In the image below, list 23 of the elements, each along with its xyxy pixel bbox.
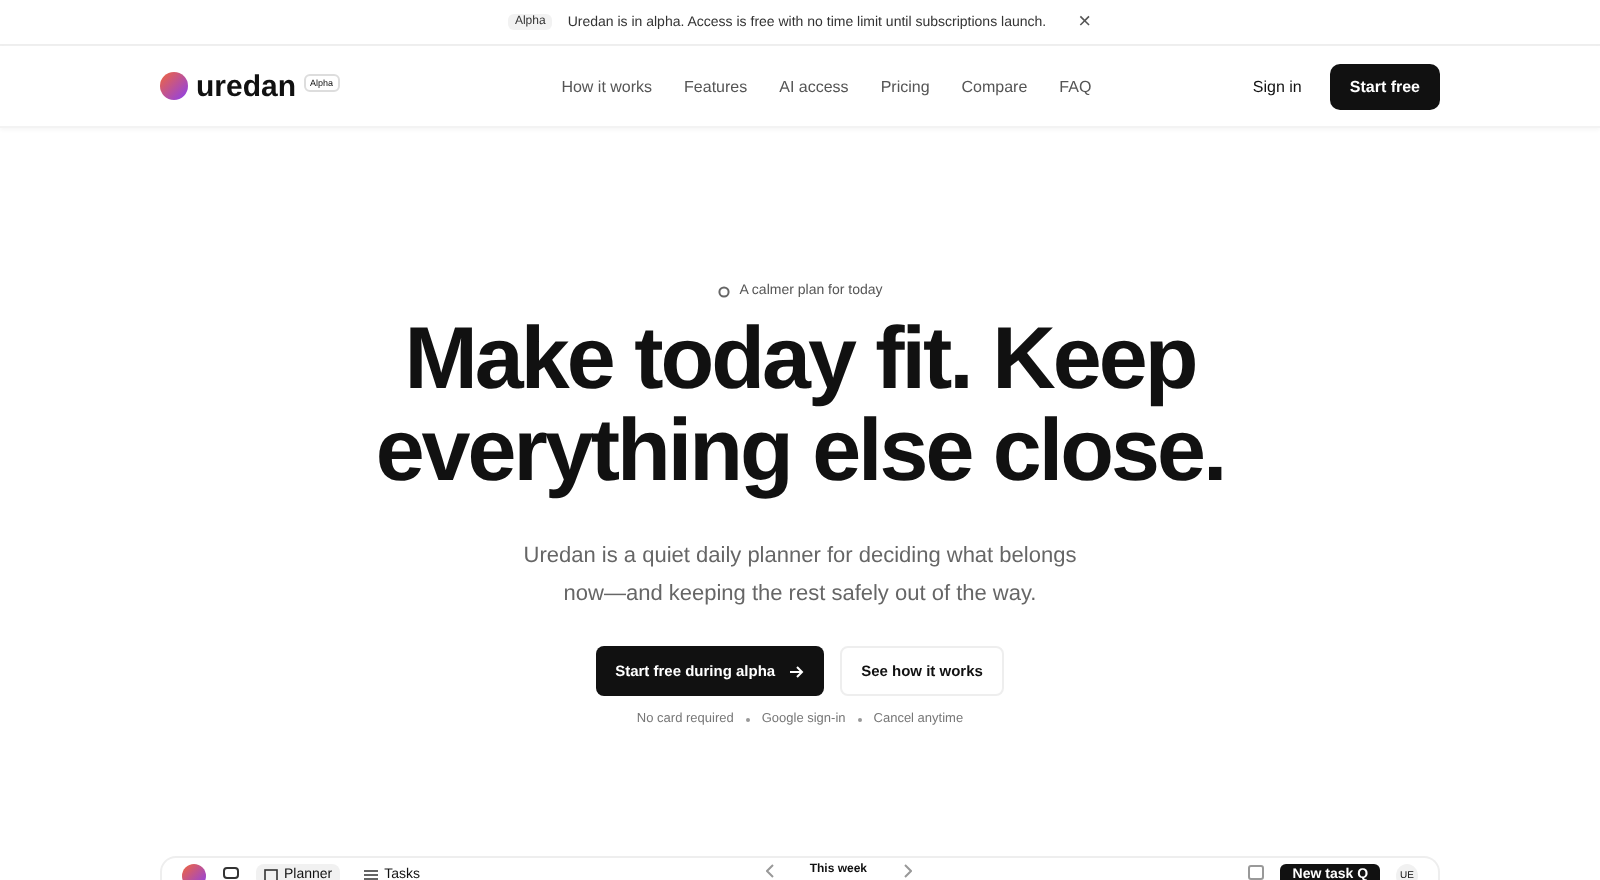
circle-icon — [717, 285, 730, 297]
logo-icon — [160, 72, 188, 100]
nav-link[interactable]: AI access — [779, 77, 849, 95]
logo-text[interactable]: uredan — [196, 69, 297, 103]
subtitle: Uredan is a quiet daily planner for deciding what belongs now—and keeping the rest safely out of the way. — [521, 542, 1079, 610]
dot-separator — [745, 717, 750, 721]
previous-icon[interactable] — [765, 864, 774, 878]
nav-link[interactable]: Features — [684, 77, 748, 95]
arrow-icon — [787, 663, 804, 679]
dot-separator — [857, 717, 862, 721]
close-button[interactable]: × — [1078, 10, 1092, 34]
list-icon — [364, 868, 379, 880]
nav-link[interactable]: Compare — [961, 77, 1028, 95]
inbox-icon[interactable] — [222, 864, 240, 880]
headline: Make today fit. Keep everything else close. — [373, 314, 1227, 498]
sign-in-link[interactable]: Sign in — [1252, 77, 1302, 95]
nav-link[interactable]: How it works — [561, 77, 653, 95]
nav-link[interactable]: Pricing — [880, 77, 930, 95]
start-free-button[interactable]: Start free — [1329, 63, 1440, 109]
nav-link[interactable]: FAQ — [1059, 77, 1092, 95]
calendar-icon — [264, 868, 278, 880]
next-icon[interactable] — [903, 864, 912, 878]
calendar-icon[interactable] — [1248, 864, 1265, 880]
